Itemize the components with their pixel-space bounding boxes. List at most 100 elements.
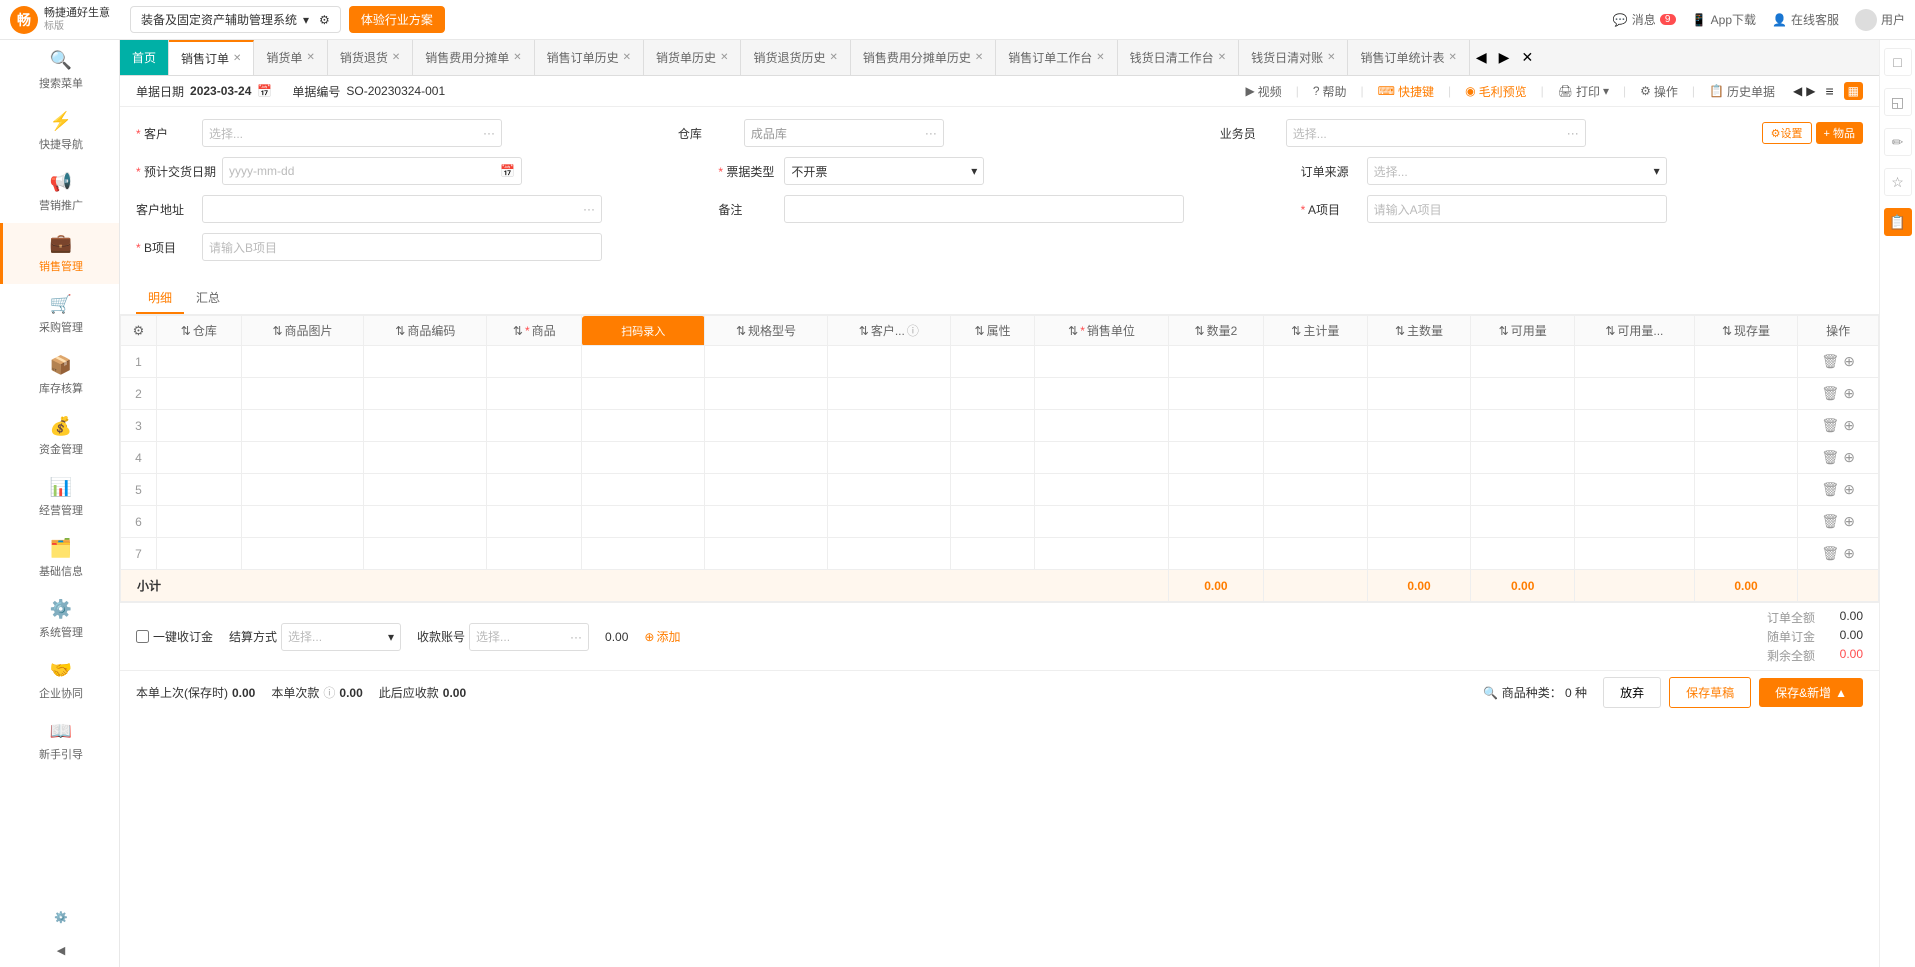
sidebar-item-purchase[interactable]: 🛒 采购管理 — [0, 284, 119, 345]
table-gear-icon[interactable]: ⚙ — [133, 323, 145, 338]
tab-sales-stats[interactable]: 销售订单统计表 ✕ — [1348, 40, 1469, 76]
discard-btn[interactable]: 放弃 — [1603, 677, 1661, 708]
tab-close-icon[interactable]: ✕ — [829, 52, 837, 63]
account-dots-icon[interactable]: ··· — [570, 630, 582, 644]
copy-icon[interactable]: ⊕ — [1843, 353, 1855, 370]
tab-cash-reconcile[interactable]: 钱货日清对账 ✕ — [1239, 40, 1348, 76]
tab-close-icon[interactable]: ✕ — [392, 52, 400, 63]
copy-icon[interactable]: ⊕ — [1843, 481, 1855, 498]
sort-icon[interactable]: ⇅ — [395, 324, 405, 338]
settings-btn[interactable]: ⚙设置 — [1762, 122, 1812, 144]
tab-sales-fee-split-history[interactable]: 销售费用分摊单历史 ✕ — [851, 40, 996, 76]
tab-close-icon[interactable]: ✕ — [623, 52, 631, 63]
address-dots-icon[interactable]: ··· — [583, 202, 595, 216]
right-icon-5[interactable]: 📋 — [1884, 208, 1912, 236]
tab-sales-return[interactable]: 销货单 ✕ — [254, 40, 327, 76]
tab-close-icon[interactable]: ✕ — [1449, 52, 1457, 63]
payment-method-select[interactable]: 选择... ▾ — [281, 623, 401, 651]
sort-icon[interactable]: ⇅ — [1068, 324, 1078, 338]
sort-icon[interactable]: ⇅ — [1722, 324, 1732, 338]
one-click-checkbox[interactable] — [136, 630, 149, 643]
add-payment-btn[interactable]: ⊕ 添加 — [644, 628, 680, 645]
row-spec-1[interactable] — [705, 346, 828, 378]
sidebar-item-search[interactable]: 🔍 搜索菜单 — [0, 40, 119, 101]
sidebar-item-sales[interactable]: 💼 销售管理 — [0, 223, 119, 284]
tab-close-icon[interactable]: ✕ — [1096, 52, 1104, 63]
row-available-1[interactable] — [1471, 346, 1575, 378]
sort-icon[interactable]: ⇅ — [181, 324, 191, 338]
tab-sales-order[interactable]: 销售订单 ✕ — [169, 40, 254, 76]
row-warehouse-1[interactable] — [157, 346, 242, 378]
save-new-btn[interactable]: 保存&新增 ▲ — [1759, 678, 1863, 707]
invoice-type-select[interactable]: 不开票 ▾ — [784, 157, 984, 185]
copy-icon[interactable]: ⊕ — [1843, 513, 1855, 530]
sidebar-item-operations[interactable]: 📊 经营管理 — [0, 467, 119, 528]
copy-icon[interactable]: ⊕ — [1843, 449, 1855, 466]
b-project-input[interactable]: 请输入B项目 — [202, 233, 602, 261]
row-current-stock-1[interactable] — [1694, 346, 1798, 378]
tab-prev-btn[interactable]: ◀ — [1470, 40, 1493, 76]
customer-address-input[interactable]: ··· — [202, 195, 602, 223]
tab-close-icon[interactable]: ✕ — [306, 52, 314, 63]
tab-sales-fee-split[interactable]: 销售费用分摊单 ✕ — [413, 40, 534, 76]
sidebar-item-base-info[interactable]: 🗂️ 基础信息 — [0, 528, 119, 589]
sidebar-item-enterprise[interactable]: 🤝 企业协同 — [0, 650, 119, 711]
delete-icon[interactable]: 🗑 — [1821, 353, 1839, 370]
tab-detail[interactable]: 明细 — [136, 283, 184, 314]
warehouse-dots-icon[interactable]: ··· — [925, 126, 937, 140]
chevron-up-icon[interactable]: ▲ — [1835, 686, 1847, 700]
warehouse-input[interactable]: 成品库 ··· — [744, 119, 944, 147]
sidebar-item-finance[interactable]: 💰 资金管理 — [0, 406, 119, 467]
card-view-icon[interactable]: ▦ — [1844, 82, 1863, 100]
a-project-input[interactable]: 请输入A项目 — [1367, 195, 1667, 223]
online-service-item[interactable]: 👤 在线客服 — [1772, 11, 1839, 28]
right-icon-1[interactable]: □ — [1884, 48, 1912, 76]
delete-icon[interactable]: 🗑 — [1821, 417, 1839, 434]
help-btn[interactable]: ? 帮助 — [1313, 83, 1347, 100]
right-icon-4[interactable]: ☆ — [1884, 168, 1912, 196]
sidebar-item-inventory[interactable]: 📦 库存核算 — [0, 345, 119, 406]
sort-icon[interactable]: ⇅ — [272, 324, 282, 338]
tab-home[interactable]: 首页 — [120, 40, 169, 76]
scan-btn[interactable]: 扫码录入 — [613, 321, 673, 341]
next-record-icon[interactable]: ▶ — [1806, 84, 1815, 98]
tab-menu-btn[interactable]: ✕ — [1515, 40, 1539, 76]
row-available2-1[interactable] — [1575, 346, 1695, 378]
sort-icon[interactable]: ⇅ — [975, 324, 985, 338]
prev-record-icon[interactable]: ◀ — [1793, 84, 1802, 98]
order-debt-info-icon[interactable]: ⓘ — [323, 684, 335, 701]
sidebar-settings-btn[interactable]: ⚙️ — [0, 901, 119, 934]
calendar-icon[interactable]: 📅 — [257, 84, 272, 98]
tab-next-btn[interactable]: ▶ — [1493, 40, 1516, 76]
list-view-icon[interactable]: ≡ — [1825, 83, 1833, 99]
tab-close-icon[interactable]: ✕ — [1218, 52, 1226, 63]
row-customer-1[interactable] — [827, 346, 950, 378]
print-btn[interactable]: 🖨 打印 ▾ — [1558, 83, 1609, 100]
customer-input[interactable]: 选择... ··· — [202, 119, 502, 147]
row-main-qty-1[interactable] — [1367, 346, 1471, 378]
delete-icon[interactable]: 🗑 — [1821, 545, 1839, 562]
row-attribute-1[interactable] — [950, 346, 1035, 378]
app-download-item[interactable]: 📱 App下载 — [1692, 11, 1756, 28]
delete-icon[interactable]: 🗑 — [1821, 449, 1839, 466]
right-icon-3[interactable]: ✏ — [1884, 128, 1912, 156]
copy-icon[interactable]: ⊕ — [1843, 545, 1855, 562]
tab-sales-order-history[interactable]: 销售订单历史 ✕ — [535, 40, 644, 76]
user-item[interactable]: 用户 — [1855, 9, 1905, 31]
sort-icon[interactable]: ⇅ — [859, 324, 869, 338]
th-scan[interactable]: 扫码录入 — [582, 316, 705, 346]
th-gear[interactable]: ⚙ — [121, 316, 157, 346]
sort-icon[interactable]: ⇅ — [1395, 324, 1405, 338]
tab-sales-refund-history[interactable]: 销货退货历史 ✕ — [741, 40, 850, 76]
save-draft-btn[interactable]: 保存草稿 — [1669, 677, 1751, 708]
tab-close-icon[interactable]: ✕ — [720, 52, 728, 63]
copy-icon[interactable]: ⊕ — [1843, 385, 1855, 402]
sort-icon[interactable]: ⇅ — [1195, 324, 1205, 338]
salesperson-input[interactable]: 选择... ··· — [1286, 119, 1586, 147]
sort-icon[interactable]: ⇅ — [513, 324, 523, 338]
message-item[interactable]: 💬 消息 9 — [1613, 11, 1676, 28]
tab-close-icon[interactable]: ✕ — [1327, 52, 1335, 63]
sidebar-item-guide[interactable]: 📖 新手引导 — [0, 711, 119, 772]
sort-icon[interactable]: ⇅ — [736, 324, 746, 338]
row-product-1[interactable] — [487, 346, 582, 378]
